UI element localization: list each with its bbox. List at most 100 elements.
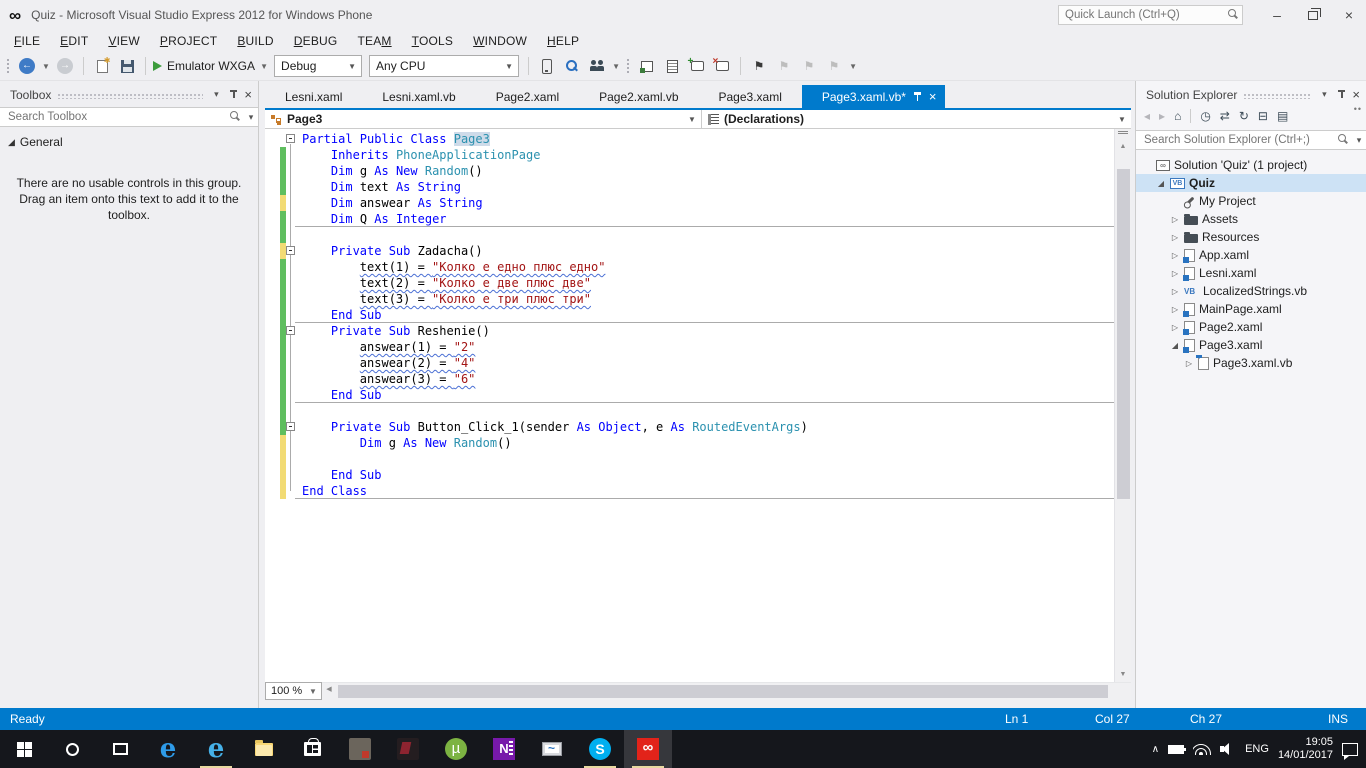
menu-item-file[interactable]: FILE bbox=[4, 32, 50, 50]
action-center-icon[interactable] bbox=[1342, 742, 1358, 760]
toolbox-group-general[interactable]: ◢ General bbox=[0, 127, 258, 149]
utorrent-button[interactable]: µ bbox=[432, 730, 480, 768]
sync-with-active-document-icon[interactable]: ⇄ bbox=[1220, 110, 1230, 122]
code-line[interactable]: Private Sub Reshenie() bbox=[265, 323, 1114, 339]
menu-item-help[interactable]: HELP bbox=[537, 32, 589, 50]
collapsed-arrow-icon[interactable]: ▷ bbox=[1184, 359, 1194, 368]
more-buttons-chevron[interactable]: •• bbox=[1354, 104, 1362, 114]
window-position-dropdown[interactable]: ▾ bbox=[1317, 89, 1331, 100]
expanded-arrow-icon[interactable]: ◢ bbox=[1156, 179, 1166, 188]
collapsed-arrow-icon[interactable]: ▷ bbox=[1170, 269, 1180, 278]
window-position-dropdown[interactable]: ▾ bbox=[209, 89, 223, 100]
menu-item-tools[interactable]: TOOLS bbox=[402, 32, 464, 50]
home-icon[interactable]: ⌂ bbox=[1174, 110, 1181, 122]
code-line[interactable]: text(2) = "Колко е две плюс две" bbox=[265, 275, 1114, 291]
find-icon[interactable] bbox=[561, 55, 583, 77]
editor-vertical-scrollbar[interactable]: ▲ ▼ bbox=[1114, 129, 1131, 682]
tree-item-localizedstrings-vb[interactable]: ▷ VB LocalizedStrings.vb bbox=[1136, 282, 1366, 300]
tree-item-solution-quiz-1-project-[interactable]: ∞ Solution 'Quiz' (1 project) bbox=[1136, 156, 1366, 174]
bookmark-next-icon[interactable]: ⚑ bbox=[798, 55, 820, 77]
code-line[interactable]: Dim g As New Random() bbox=[265, 435, 1114, 451]
store-button[interactable] bbox=[288, 730, 336, 768]
code-line[interactable]: text(3) = "Колко е три плюс три" bbox=[265, 291, 1114, 307]
tree-item-my-project[interactable]: My Project bbox=[1136, 192, 1366, 210]
fold-collapse-box[interactable] bbox=[286, 422, 295, 431]
pin-icon[interactable] bbox=[229, 89, 238, 100]
code-editor[interactable]: Partial Public Class Page3 Inherits Phon… bbox=[265, 129, 1114, 682]
code-line[interactable]: text(1) = "Колко е едно плюс едно" bbox=[265, 259, 1114, 275]
internet-explorer-button[interactable]: e bbox=[192, 730, 240, 768]
clock[interactable]: 19:05 14/01/2017 bbox=[1278, 736, 1333, 762]
fold-collapse-box[interactable] bbox=[286, 246, 295, 255]
scrollbar-thumb[interactable] bbox=[1117, 169, 1130, 499]
run-target-dropdown[interactable]: ▼ bbox=[259, 62, 269, 71]
feedback-dropdown[interactable]: ▼ bbox=[611, 62, 621, 71]
fold-collapse-box[interactable] bbox=[286, 326, 295, 335]
code-line[interactable]: End Sub bbox=[265, 307, 1114, 323]
tab-lesni-xaml-vb[interactable]: Lesni.xaml.vb bbox=[362, 85, 475, 108]
language-indicator[interactable]: ENG bbox=[1245, 743, 1269, 755]
menu-item-window[interactable]: WINDOW bbox=[463, 32, 537, 50]
navigate-box-icon[interactable] bbox=[636, 55, 658, 77]
code-line[interactable]: End Sub bbox=[265, 467, 1114, 483]
pin-icon[interactable] bbox=[1337, 89, 1346, 100]
document-outline-icon[interactable] bbox=[661, 55, 683, 77]
visual-studio-button[interactable]: ∞ bbox=[624, 730, 672, 768]
start-button[interactable] bbox=[0, 730, 48, 768]
menu-item-team[interactable]: TEAM bbox=[347, 32, 401, 50]
close-icon[interactable]: × bbox=[929, 90, 937, 103]
nav-back-dropdown[interactable]: ▼ bbox=[41, 62, 51, 71]
wifi-icon[interactable] bbox=[1193, 743, 1212, 755]
code-line[interactable] bbox=[265, 403, 1114, 419]
code-line[interactable]: Dim text As String bbox=[265, 179, 1114, 195]
refresh-icon[interactable]: ↻ bbox=[1239, 110, 1249, 122]
expanded-arrow-icon[interactable]: ◢ bbox=[1170, 341, 1180, 350]
skype-button[interactable]: S bbox=[576, 730, 624, 768]
search-options-dropdown[interactable]: ▾ bbox=[1352, 135, 1366, 146]
solution-explorer-search-input[interactable] bbox=[1136, 134, 1336, 146]
menu-item-view[interactable]: VIEW bbox=[98, 32, 150, 50]
collapsed-arrow-icon[interactable]: ▷ bbox=[1170, 305, 1180, 314]
tree-item-resources[interactable]: ▷ Resources bbox=[1136, 228, 1366, 246]
restore-button[interactable] bbox=[1302, 7, 1324, 23]
editor-horizontal-scrollbar[interactable]: ◀ bbox=[322, 682, 1131, 700]
battery-icon[interactable] bbox=[1168, 744, 1187, 754]
show-all-files-icon[interactable]: ▤ bbox=[1277, 110, 1288, 122]
configuration-combo[interactable]: Debug ▼ bbox=[274, 55, 363, 77]
tab-page3-xaml[interactable]: Page3.xaml bbox=[699, 85, 802, 108]
members-dropdown[interactable]: (Declarations) ▼ bbox=[702, 110, 1131, 128]
search-button[interactable] bbox=[48, 730, 96, 768]
quick-launch-box[interactable] bbox=[1058, 5, 1243, 25]
game-1-button[interactable] bbox=[336, 730, 384, 768]
tab-page2-xaml-vb[interactable]: Page2.xaml.vb bbox=[579, 85, 698, 108]
quick-launch-input[interactable] bbox=[1059, 9, 1226, 21]
collapsed-arrow-icon[interactable]: ▷ bbox=[1170, 287, 1180, 296]
code-line[interactable]: End Sub bbox=[265, 387, 1114, 403]
code-line[interactable]: Dim Q As Integer bbox=[265, 211, 1114, 227]
scroll-left-arrow[interactable]: ◀ bbox=[322, 683, 336, 697]
deploy-device-icon[interactable] bbox=[536, 55, 558, 77]
search-options-dropdown[interactable]: ▾ bbox=[244, 112, 258, 123]
scrollbar-thumb[interactable] bbox=[338, 684, 1108, 698]
collapsed-arrow-icon[interactable]: ▷ bbox=[1170, 251, 1180, 260]
expanded-arrow-icon[interactable]: ◢ bbox=[8, 137, 15, 148]
feedback-icon[interactable] bbox=[586, 55, 608, 77]
tree-item-assets[interactable]: ▷ Assets bbox=[1136, 210, 1366, 228]
tab-page3-xaml-vb-[interactable]: Page3.xaml.vb* × bbox=[801, 85, 945, 108]
close-icon[interactable]: × bbox=[1352, 87, 1360, 102]
bookmark-clear-icon[interactable]: ⚑ bbox=[823, 55, 845, 77]
minimize-button[interactable]: – bbox=[1266, 7, 1288, 23]
toolbox-search-input[interactable] bbox=[0, 111, 228, 123]
game-2-button[interactable] bbox=[384, 730, 432, 768]
tree-item-quiz[interactable]: ◢ VB Quiz bbox=[1136, 174, 1366, 192]
tree-item-app-xaml[interactable]: ▷ App.xaml bbox=[1136, 246, 1366, 264]
code-line[interactable]: Private Sub Zadacha() bbox=[265, 243, 1114, 259]
collapsed-arrow-icon[interactable]: ▷ bbox=[1170, 323, 1180, 332]
tree-item-page3-xaml-vb[interactable]: ▷ Page3.xaml.vb bbox=[1136, 354, 1366, 372]
close-button[interactable]: × bbox=[1338, 7, 1360, 23]
close-icon[interactable]: × bbox=[244, 87, 252, 102]
menu-item-edit[interactable]: EDIT bbox=[50, 32, 98, 50]
code-line[interactable]: answear(2) = "4" bbox=[265, 355, 1114, 371]
menu-item-build[interactable]: BUILD bbox=[227, 32, 283, 50]
bookmark-prev-icon[interactable]: ⚑ bbox=[773, 55, 795, 77]
